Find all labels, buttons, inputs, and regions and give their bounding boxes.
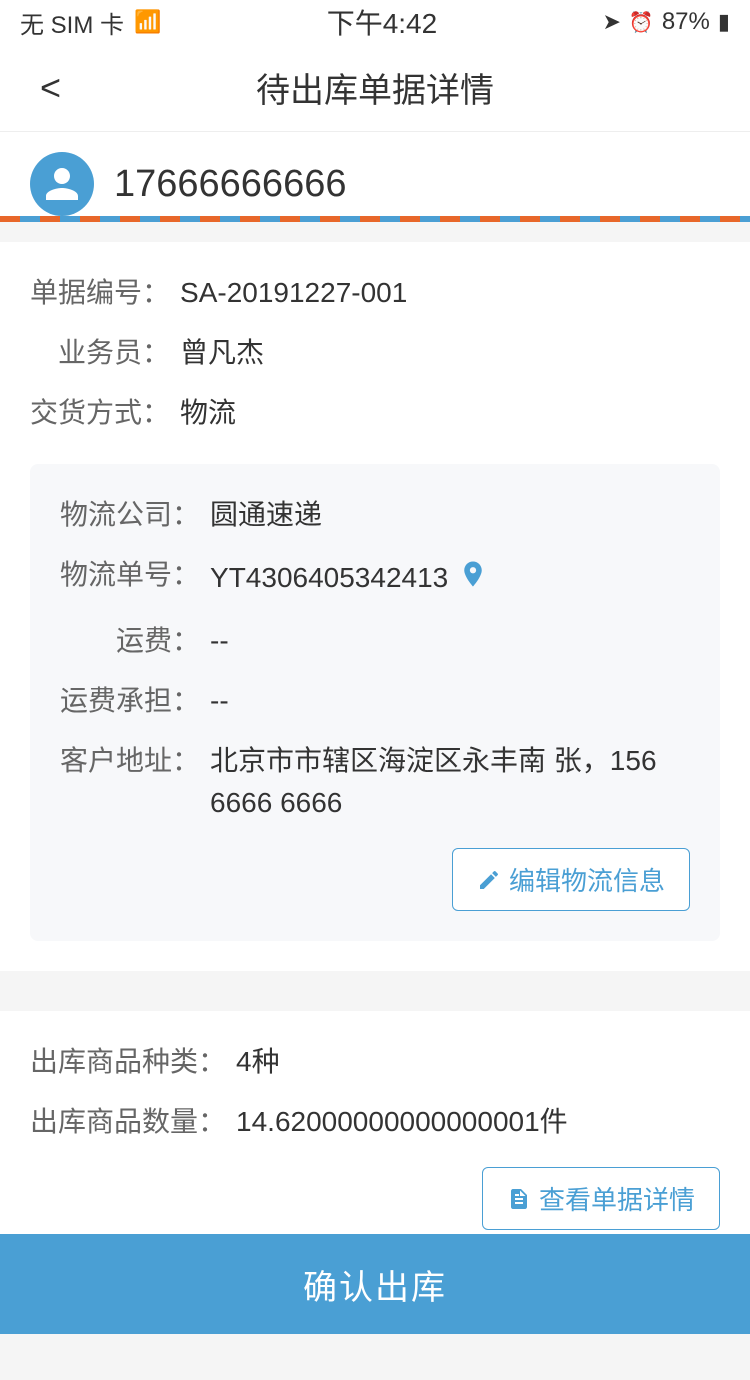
freight-row: 运费： -- (60, 620, 690, 662)
salesman-row: 业务员： 曾凡杰 (30, 332, 720, 374)
freight-value: -- (210, 620, 690, 662)
goods-types-value: 4种 (236, 1041, 720, 1083)
wifi-icon: 📶 (134, 9, 161, 35)
status-left: 无 SIM 卡 📶 (20, 5, 161, 40)
freight-label: 运费： (60, 620, 200, 662)
avatar (30, 152, 94, 216)
order-no-row: 单据编号： SA-20191227-001 (30, 272, 720, 314)
tracking-number: YT4306405342413 (210, 557, 448, 599)
document-icon (507, 1187, 531, 1211)
address-row: 客户地址： 北京市市辖区海淀区永丰南 张，156 6666 6666 (60, 740, 690, 824)
edit-btn-row: 编辑物流信息 (60, 848, 690, 911)
salesman-label: 业务员： (30, 332, 170, 374)
logistics-tracking-value: YT4306405342413 (210, 554, 690, 602)
order-no-value: SA-20191227-001 (180, 272, 720, 314)
delivery-label: 交货方式： (30, 392, 170, 434)
address-label: 客户地址： (60, 740, 200, 782)
user-header: 17666666666 (0, 132, 750, 216)
battery-label: 87% (662, 8, 710, 36)
order-no-label: 单据编号： (30, 272, 170, 314)
logistics-tracking-row: 物流单号： YT4306405342413 (60, 554, 690, 602)
goods-types-label: 出库商品种类： (30, 1041, 226, 1083)
logistics-company-label: 物流公司： (60, 494, 200, 536)
confirm-outbound-button[interactable]: 确认出库 (0, 1234, 750, 1334)
delivery-value: 物流 (180, 392, 720, 434)
goods-quantity-row: 出库商品数量： 14.62000000000000001件 (30, 1101, 720, 1143)
logistics-section: 物流公司： 圆通速递 物流单号： YT4306405342413 运费： -- … (0, 464, 750, 971)
view-detail-button[interactable]: 查看单据详情 (482, 1167, 720, 1230)
order-info-section: 单据编号： SA-20191227-001 业务员： 曾凡杰 交货方式： 物流 (0, 242, 750, 464)
freight-bear-value: -- (210, 680, 690, 722)
logistics-company-value: 圆通速递 (210, 494, 690, 536)
goods-types-row: 出库商品种类： 4种 (30, 1041, 720, 1083)
address-value: 北京市市辖区海淀区永丰南 张，156 6666 6666 (210, 740, 690, 824)
back-button[interactable]: < (30, 57, 71, 119)
battery-icon: ▮ (718, 9, 730, 35)
goods-quantity-value: 14.62000000000000001件 (236, 1101, 720, 1143)
page-title: 待出库单据详情 (256, 63, 494, 112)
freight-bear-label: 运费承担： (60, 680, 200, 722)
edit-btn-label: 编辑物流信息 (509, 861, 665, 898)
salesman-value: 曾凡杰 (180, 332, 720, 374)
goods-section: 出库商品种类： 4种 出库商品数量： 14.62000000000000001件… (0, 1011, 750, 1260)
freight-bear-row: 运费承担： -- (60, 680, 690, 722)
logistics-tracking-label: 物流单号： (60, 554, 200, 596)
status-time: 下午4:42 (327, 2, 438, 42)
nav-bar: < 待出库单据详情 (0, 44, 750, 132)
dashed-divider (0, 216, 750, 222)
logistics-inner: 物流公司： 圆通速递 物流单号： YT4306405342413 运费： -- … (30, 464, 720, 941)
status-bar: 无 SIM 卡 📶 下午4:42 ➤ ⏰ 87% ▮ (0, 0, 750, 44)
goods-quantity-label: 出库商品数量： (30, 1101, 226, 1143)
separator (0, 971, 750, 991)
view-detail-label: 查看单据详情 (539, 1180, 695, 1217)
edit-logistics-button[interactable]: 编辑物流信息 (452, 848, 690, 911)
edit-icon (477, 868, 501, 892)
user-phone: 17666666666 (114, 163, 346, 206)
user-icon (42, 164, 82, 204)
location-icon: ➤ (602, 9, 620, 35)
status-right: ➤ ⏰ 87% ▮ (602, 8, 730, 36)
alarm-icon: ⏰ (629, 10, 654, 35)
view-detail-btn-row: 查看单据详情 (30, 1167, 720, 1230)
carrier-label: 无 SIM 卡 (20, 5, 124, 40)
bottom-area: 确认出库 (0, 1234, 750, 1334)
logistics-company-row: 物流公司： 圆通速递 (60, 494, 690, 536)
location-icon[interactable] (458, 554, 488, 602)
delivery-row: 交货方式： 物流 (30, 392, 720, 434)
